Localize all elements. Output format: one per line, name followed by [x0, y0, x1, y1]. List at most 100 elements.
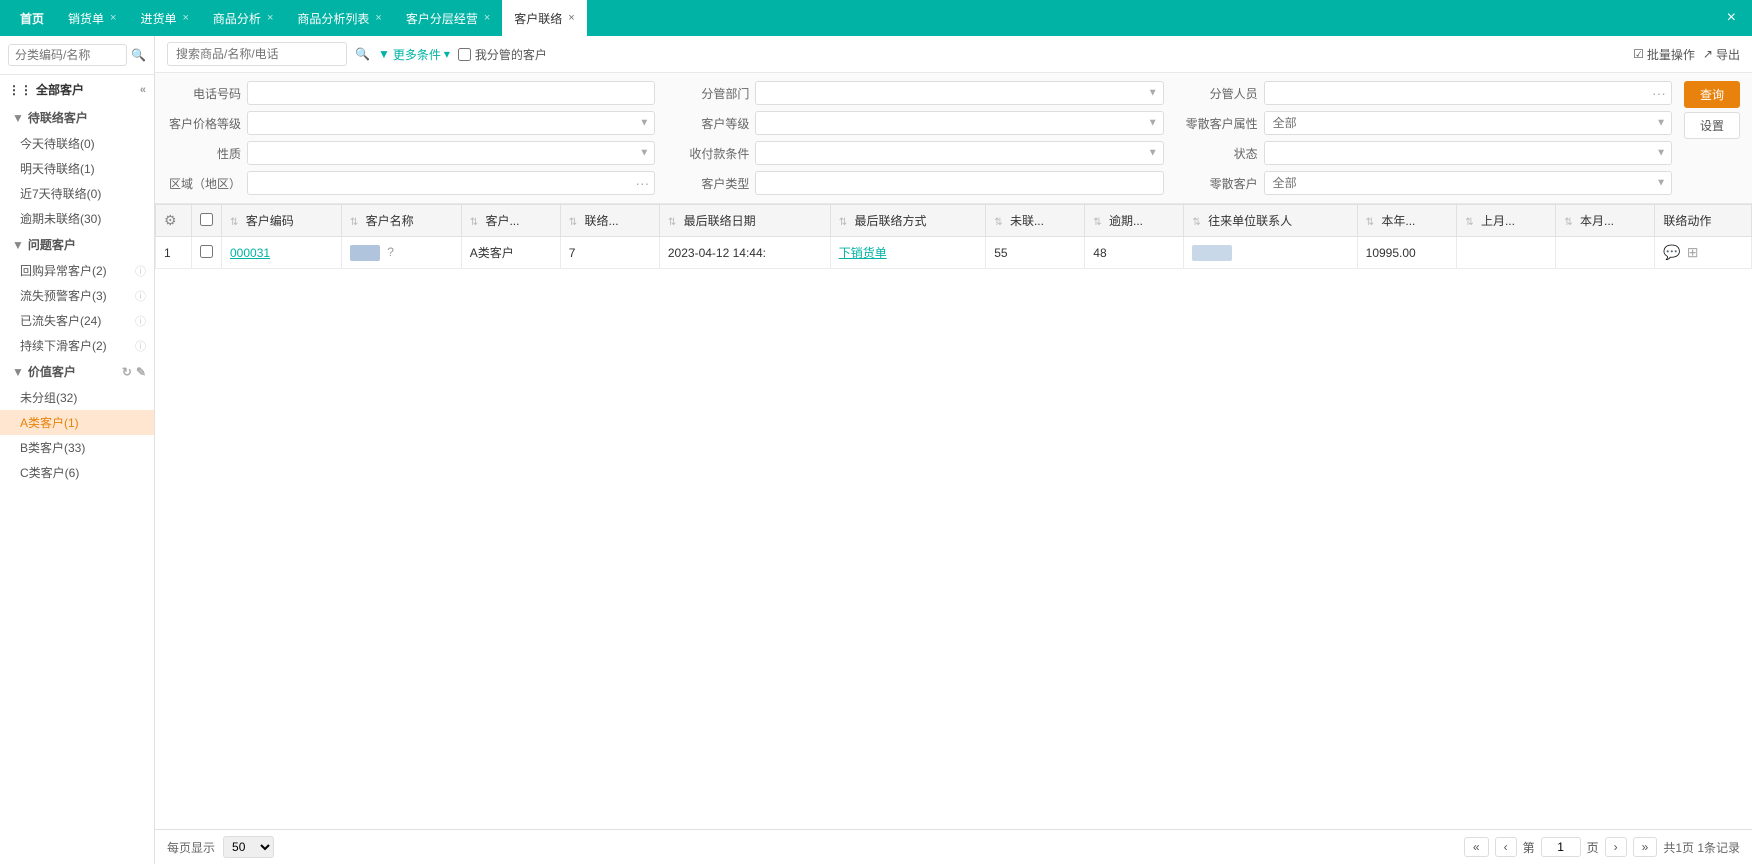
col-contact[interactable]: ⇅ 联络...	[560, 205, 659, 237]
sidebar-item-warning[interactable]: 流失预警客户(3) ⓘ	[0, 283, 154, 308]
filter-nature-input[interactable]	[247, 141, 655, 165]
prev-page-button[interactable]: ‹	[1495, 837, 1517, 857]
sidebar-item-a-class[interactable]: A类客户(1)	[0, 410, 154, 435]
page-input[interactable]	[1541, 837, 1581, 857]
filter-status: 状态 ▼	[1184, 141, 1672, 165]
col-this-month[interactable]: ⇅ 本月...	[1556, 205, 1655, 237]
settings-button[interactable]: 设置	[1684, 112, 1740, 139]
filter-manager-label: 分管人员	[1184, 85, 1264, 102]
filter-payment-input[interactable]	[755, 141, 1163, 165]
sidebar-item-7days[interactable]: 近7天待联络(0)	[0, 181, 154, 206]
col-last-method[interactable]: ⇅ 最后联络方式	[830, 205, 985, 237]
nav-tab-purchase[interactable]: 进货单 ×	[128, 0, 200, 36]
row-name-block	[350, 245, 380, 261]
sidebar-item-overdue[interactable]: 逾期未联络(30)	[0, 206, 154, 231]
col-uncontacted[interactable]: ⇅ 未联...	[986, 205, 1085, 237]
col-last-month-label: 上月...	[1481, 214, 1515, 228]
table-settings-button[interactable]: ⚙	[164, 212, 177, 228]
sidebar-item-b-class[interactable]: B类客户(33)	[0, 435, 154, 460]
nav-tab-analysis-list[interactable]: 商品分析列表 ×	[285, 0, 393, 36]
problem-customer-group[interactable]: ▼ 问题客户	[0, 231, 154, 258]
filter-dept-input[interactable]	[755, 81, 1163, 105]
add-group-icon[interactable]: ✎	[136, 365, 146, 379]
close-customer-layer-icon[interactable]: ×	[484, 12, 490, 24]
row-last-method-link[interactable]: 下销货单	[839, 246, 887, 260]
sidebar-search-button[interactable]: 🔍	[131, 48, 146, 62]
per-page-label: 每页显示	[167, 839, 215, 856]
value-customer-group[interactable]: ▼ 价值客户 ↻ ✎	[0, 358, 154, 385]
export-button[interactable]: ↗ 导出	[1703, 46, 1740, 63]
filter-retail-attr-input[interactable]	[1264, 111, 1672, 135]
filter-cust-level-input[interactable]	[755, 111, 1163, 135]
filter-manager-input[interactable]	[1264, 81, 1672, 105]
col-last-month[interactable]: ⇅ 上月...	[1457, 205, 1556, 237]
close-analysis-icon[interactable]: ×	[267, 12, 273, 24]
row-overdue: 48	[1085, 237, 1184, 269]
sidebar-item-today[interactable]: 今天待联络(0)	[0, 131, 154, 156]
close-analysis-list-icon[interactable]: ×	[375, 12, 381, 24]
col-year-amount[interactable]: ⇅ 本年...	[1357, 205, 1457, 237]
nav-tab-customer-layer[interactable]: 客户分层经营 ×	[394, 0, 502, 36]
filter-retail-cust-label: 零散客户	[1184, 175, 1264, 192]
sort-uncontacted-icon: ⇅	[994, 217, 1002, 228]
row-code[interactable]: 000031	[222, 237, 342, 269]
row-checkbox[interactable]	[200, 245, 213, 258]
sidebar-item-c-class[interactable]: C类客户(6)	[0, 460, 154, 485]
more-filters-button[interactable]: ▼ 更多条件 ▾	[378, 46, 450, 63]
filter-phone: 电话号码	[167, 81, 655, 105]
sidebar-item-ungroup[interactable]: 未分组(32)	[0, 385, 154, 410]
close-customer-contact-icon[interactable]: ×	[568, 12, 574, 24]
sidebar-item-tomorrow[interactable]: 明天待联络(1)	[0, 156, 154, 181]
sort-year-amount-icon: ⇅	[1366, 217, 1374, 228]
next-page-button[interactable]: ›	[1605, 837, 1627, 857]
row-name: ?	[341, 237, 461, 269]
filter-retail-cust-input[interactable]	[1264, 171, 1672, 195]
filter-phone-input[interactable]	[247, 81, 655, 105]
problem-customer-arrow: ▼	[12, 238, 24, 252]
sidebar-item-lost[interactable]: 已流失客户(24) ⓘ	[0, 308, 154, 333]
filter-search-button[interactable]: 🔍	[355, 47, 370, 61]
col-type[interactable]: ⇅ 客户...	[461, 205, 560, 237]
col-overdue[interactable]: ⇅ 逾期...	[1085, 205, 1184, 237]
nav-tab-customer-contact[interactable]: 客户联络 ×	[502, 0, 586, 36]
per-page-select[interactable]: 50 100 200	[223, 836, 274, 858]
nav-tab-home[interactable]: 首页	[8, 0, 56, 36]
filter-region-input[interactable]	[247, 171, 655, 195]
filter-region-wrap: ···	[247, 171, 655, 195]
row-code-link[interactable]: 000031	[230, 246, 270, 260]
filter-phone-label: 电话号码	[167, 85, 247, 102]
filter-cust-type-input[interactable]	[755, 171, 1163, 195]
all-customers-header[interactable]: ⋮⋮ 全部客户 «	[0, 75, 154, 104]
col-code[interactable]: ⇅ 客户编码	[222, 205, 342, 237]
batch-operation-button[interactable]: ☑ 批量操作	[1633, 46, 1695, 63]
close-sales-icon[interactable]: ×	[110, 12, 116, 24]
col-contact2[interactable]: ⇅ 往来单位联系人	[1184, 205, 1357, 237]
my-customers-checkbox[interactable]	[458, 48, 471, 61]
refresh-icon[interactable]: ↻	[122, 365, 132, 379]
col-last-date[interactable]: ⇅ 最后联络日期	[659, 205, 830, 237]
pending-contact-group[interactable]: ▼ 待联络客户	[0, 104, 154, 131]
close-purchase-icon[interactable]: ×	[182, 12, 188, 24]
row-action-icons: 💬 ⊞	[1663, 244, 1743, 261]
sidebar-item-declining[interactable]: 持续下滑客户(2) ⓘ	[0, 333, 154, 358]
chat-icon[interactable]: 💬	[1663, 244, 1680, 261]
nav-tab-analysis[interactable]: 商品分析 ×	[201, 0, 285, 36]
select-all-checkbox[interactable]	[200, 213, 213, 226]
tab-analysis-label: 商品分析	[213, 10, 261, 27]
filter-status-input[interactable]	[1264, 141, 1672, 165]
problem-customer-label: 问题客户	[28, 236, 76, 253]
filter-price-level-input[interactable]	[247, 111, 655, 135]
sidebar-item-abnormal[interactable]: 回购异常客户(2) ⓘ	[0, 258, 154, 283]
filter-search-input[interactable]	[167, 42, 347, 66]
first-page-button[interactable]: «	[1464, 837, 1489, 857]
nav-tab-sales[interactable]: 销货单 ×	[56, 0, 128, 36]
sidebar-collapse-button[interactable]: «	[140, 84, 146, 96]
pending-contact-label: 待联络客户	[28, 109, 88, 126]
qr-icon[interactable]: ⊞	[1687, 244, 1699, 261]
query-button[interactable]: 查询	[1684, 81, 1740, 108]
col-name[interactable]: ⇅ 客户名称	[341, 205, 461, 237]
window-close-button[interactable]: ×	[1719, 9, 1744, 27]
my-customers-checkbox-label[interactable]: 我分管的客户	[458, 46, 547, 63]
sidebar-search-input[interactable]	[8, 44, 127, 66]
last-page-button[interactable]: »	[1633, 837, 1658, 857]
